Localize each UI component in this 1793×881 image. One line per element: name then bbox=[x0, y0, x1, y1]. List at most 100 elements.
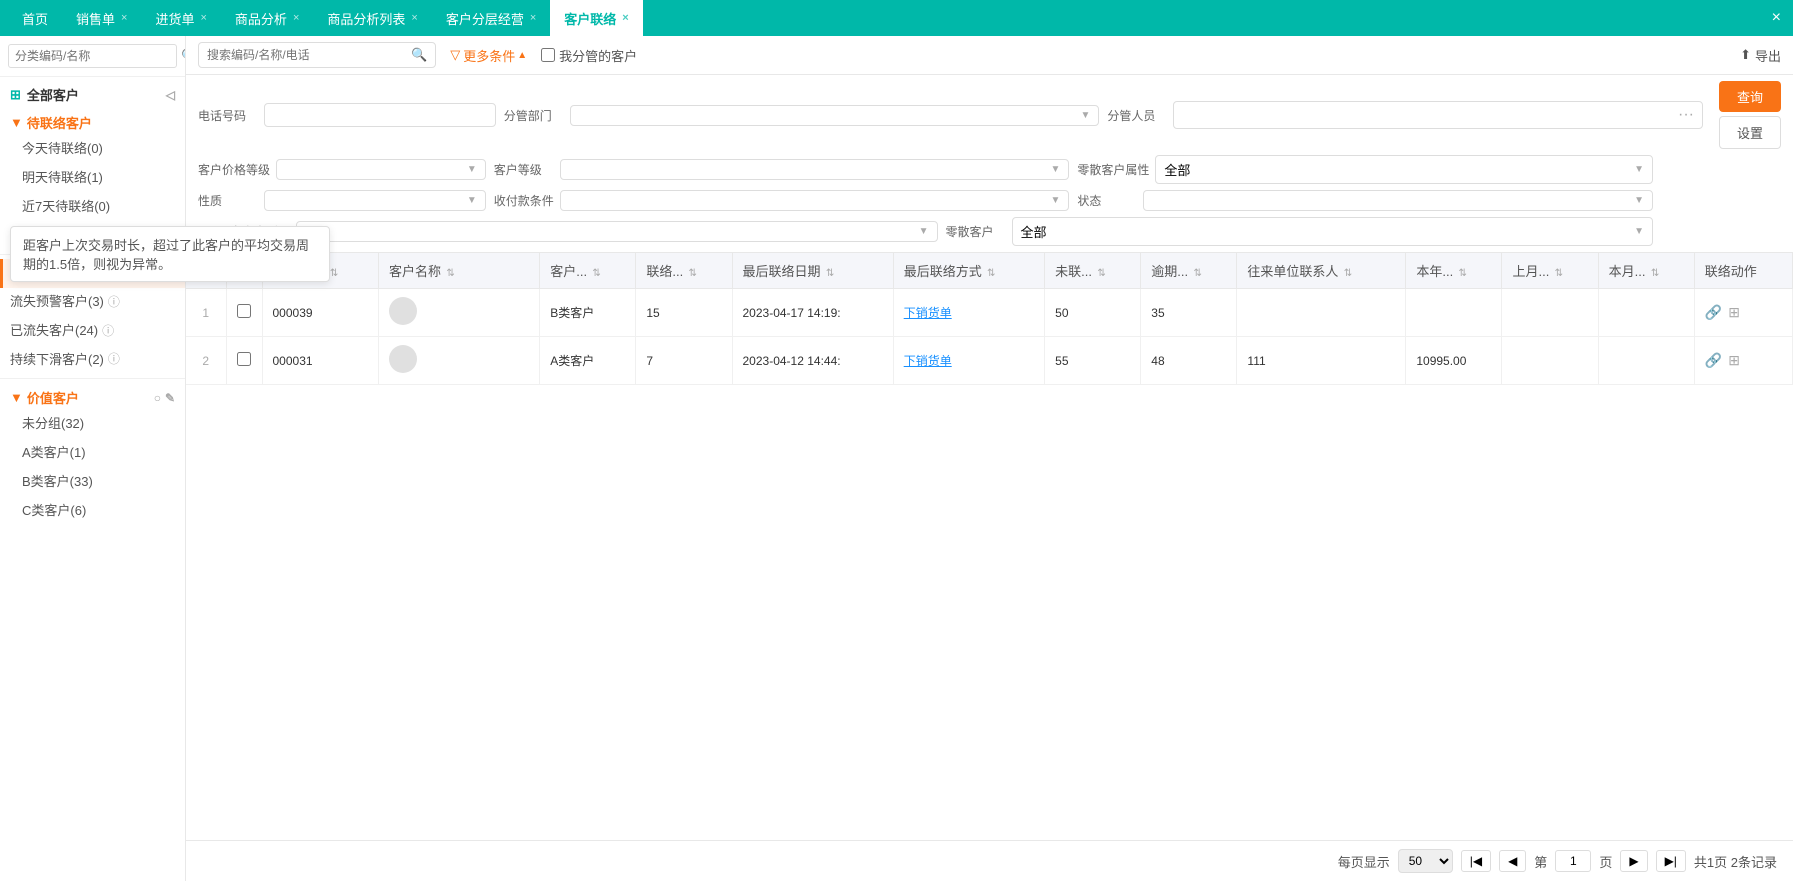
sidebar-item-churned[interactable]: 已流失客户(24) ⓘ bbox=[0, 317, 185, 346]
nav-analysis[interactable]: 商品分析 × bbox=[221, 0, 313, 36]
page-input[interactable] bbox=[1555, 850, 1591, 872]
pagination-bar: 每页显示 50 20 100 |◀ ◀ 第 页 ▶ ▶| 共1页 2条记录 bbox=[186, 840, 1793, 881]
status-select[interactable]: ▼ bbox=[1143, 190, 1653, 211]
close-icon[interactable]: × bbox=[411, 12, 417, 24]
th-this-year: 本年... ⇅ bbox=[1406, 253, 1502, 289]
collapse-icon[interactable]: ◁ bbox=[166, 88, 175, 102]
sidebar-item-today[interactable]: 今天待联络(0) bbox=[0, 135, 185, 164]
search-box: 🔍 bbox=[198, 42, 436, 68]
filter-bar: 🔍 ▽ 更多条件 ▲ 我分管的客户 ⬆ 导出 bbox=[186, 36, 1793, 75]
next-page-button[interactable]: ▶ bbox=[1620, 850, 1647, 872]
qr-action-icon[interactable]: ⊞ bbox=[1728, 352, 1740, 369]
export-button[interactable]: ⬆ 导出 bbox=[1740, 46, 1781, 65]
retail-prop-select[interactable]: 全部 ▼ bbox=[1155, 155, 1653, 184]
nav-customer-tier[interactable]: 客户分层经营 × bbox=[432, 0, 550, 36]
th-last-contact-method: 最后联络方式 ⇅ bbox=[893, 253, 1044, 289]
level-select[interactable]: ▼ bbox=[560, 159, 1070, 180]
close-icon[interactable]: × bbox=[200, 12, 206, 24]
qr-action-icon[interactable]: ⊞ bbox=[1728, 304, 1740, 321]
data-table-area: ⚙ 客户编码 ⇅ 客户名称 ⇅ bbox=[186, 253, 1793, 840]
close-all-button[interactable]: × bbox=[1772, 9, 1781, 27]
filter-row-1: 电话号码 分管部门 ▼ 分管人员 ··· 查询 bbox=[198, 81, 1781, 149]
filter-icon: ▽ bbox=[450, 47, 460, 63]
phone-input[interactable] bbox=[264, 103, 496, 127]
per-page-select[interactable]: 50 20 100 bbox=[1398, 849, 1453, 873]
edit-icon[interactable]: ○ bbox=[154, 391, 161, 405]
row-checkbox[interactable] bbox=[237, 352, 251, 366]
action-cell: 🔗 ⊞ bbox=[1694, 289, 1792, 337]
this-month-amount bbox=[1598, 289, 1694, 337]
sidebar-item-unclassified[interactable]: 未分组(32) bbox=[0, 410, 185, 439]
chevron-down-icon: ▼ bbox=[467, 195, 477, 206]
link-action-icon[interactable]: 🔗 bbox=[1705, 352, 1722, 369]
close-icon[interactable]: × bbox=[121, 12, 127, 24]
main-search-input[interactable] bbox=[207, 48, 407, 62]
sidebar-search-input[interactable] bbox=[8, 44, 177, 68]
filter-row-2: 客户价格等级 ▼ 客户等级 ▼ 零散客户属性 全部 bbox=[198, 155, 1781, 184]
filter-row-4: ··· 客户类型 ▼ 零散客户 全部 ▼ bbox=[198, 217, 1781, 246]
first-page-button[interactable]: |◀ bbox=[1461, 850, 1491, 872]
info-icon: ⓘ bbox=[108, 350, 120, 369]
sort-icon: ⇅ bbox=[1193, 268, 1201, 279]
sort-icon: ⇅ bbox=[689, 268, 697, 279]
close-icon[interactable]: × bbox=[622, 12, 628, 24]
filter-retail-customer: 零散客户 全部 ▼ bbox=[946, 217, 1654, 246]
gender-select[interactable]: ▼ bbox=[264, 190, 486, 211]
close-icon[interactable]: × bbox=[530, 12, 536, 24]
row-number: 1 bbox=[186, 289, 226, 337]
sort-icon: ⇅ bbox=[592, 268, 600, 279]
export-icon: ⬆ bbox=[1740, 47, 1751, 63]
info-icon: ⓘ bbox=[108, 293, 120, 312]
last-page-button[interactable]: ▶| bbox=[1656, 850, 1686, 872]
page-unit: 页 bbox=[1599, 852, 1612, 871]
contact-count: 15 bbox=[636, 289, 732, 337]
pending-contact-group[interactable]: ▼ 待联络客户 bbox=[0, 108, 185, 135]
sidebar-item-churn-warning[interactable]: 流失预警客户(3) ⓘ bbox=[0, 288, 185, 317]
retail-customer-select[interactable]: 全部 ▼ bbox=[1012, 217, 1654, 246]
overdue-count: 48 bbox=[1141, 337, 1237, 385]
filter-dept: 分管部门 ▼ bbox=[504, 105, 1100, 126]
overdue-count: 35 bbox=[1141, 289, 1237, 337]
nav-analysis-list[interactable]: 商品分析列表 × bbox=[313, 0, 431, 36]
sidebar-item-tomorrow[interactable]: 明天待联络(1) bbox=[0, 164, 185, 193]
payment-cond-select[interactable]: ▼ bbox=[560, 190, 1070, 211]
divider bbox=[0, 378, 185, 379]
sidebar-item-declining[interactable]: 持续下滑客户(2) ⓘ bbox=[0, 346, 185, 375]
sidebar-item-class-c[interactable]: C类客户(6) bbox=[0, 497, 185, 526]
th-actions: 联络动作 bbox=[1694, 253, 1792, 289]
my-customer-checkbox-area: 我分管的客户 bbox=[541, 46, 637, 65]
main-search-icon[interactable]: 🔍 bbox=[411, 47, 427, 63]
contact-person bbox=[1237, 289, 1406, 337]
chevron-down-icon: ▼ bbox=[1050, 164, 1060, 175]
sort-icon: ⇅ bbox=[1651, 268, 1659, 279]
sort-icon: ⇅ bbox=[330, 268, 338, 279]
link-action-icon[interactable]: 🔗 bbox=[1705, 304, 1722, 321]
content-area: 🔍 ▽ 更多条件 ▲ 我分管的客户 ⬆ 导出 电话号码 bbox=[186, 36, 1793, 881]
grid-icon: ⊞ bbox=[10, 87, 21, 103]
sidebar-item-class-b[interactable]: B类客户(33) bbox=[0, 468, 185, 497]
sidebar-item-7days[interactable]: 近7天待联络(0) bbox=[0, 193, 185, 222]
customer-type-select[interactable]: ▼ bbox=[296, 221, 938, 242]
price-level-select[interactable]: ▼ bbox=[276, 159, 486, 180]
settings-icon[interactable]: ✎ bbox=[165, 391, 175, 405]
more-filter-btn[interactable]: ▽ 更多条件 ▲ bbox=[442, 46, 535, 65]
person-select[interactable]: ··· bbox=[1173, 101, 1703, 129]
dept-select[interactable]: ▼ bbox=[570, 105, 1100, 126]
nav-home[interactable]: 首页 bbox=[8, 0, 62, 36]
value-customer-group[interactable]: ▼ 价值客户 ○ ✎ bbox=[0, 383, 185, 410]
prev-page-button[interactable]: ◀ bbox=[1499, 850, 1526, 872]
th-contact-person: 往来单位联系人 ⇅ bbox=[1237, 253, 1406, 289]
query-button[interactable]: 查询 bbox=[1719, 81, 1781, 112]
close-icon[interactable]: × bbox=[293, 12, 299, 24]
row-checkbox[interactable] bbox=[237, 304, 251, 318]
chevron-up-icon: ▲ bbox=[517, 50, 527, 61]
settings-button[interactable]: 设置 bbox=[1719, 116, 1781, 149]
sidebar-item-class-a[interactable]: A类客户(1) bbox=[0, 439, 185, 468]
customer-type-cell: B类客户 bbox=[540, 289, 636, 337]
row-checkbox-cell bbox=[226, 337, 262, 385]
last-month-amount bbox=[1502, 289, 1598, 337]
nav-customer-contact[interactable]: 客户联络 × bbox=[550, 0, 642, 36]
nav-sales[interactable]: 销售单 × bbox=[62, 0, 141, 36]
nav-purchase[interactable]: 进货单 × bbox=[141, 0, 220, 36]
my-customer-checkbox[interactable] bbox=[541, 48, 555, 62]
